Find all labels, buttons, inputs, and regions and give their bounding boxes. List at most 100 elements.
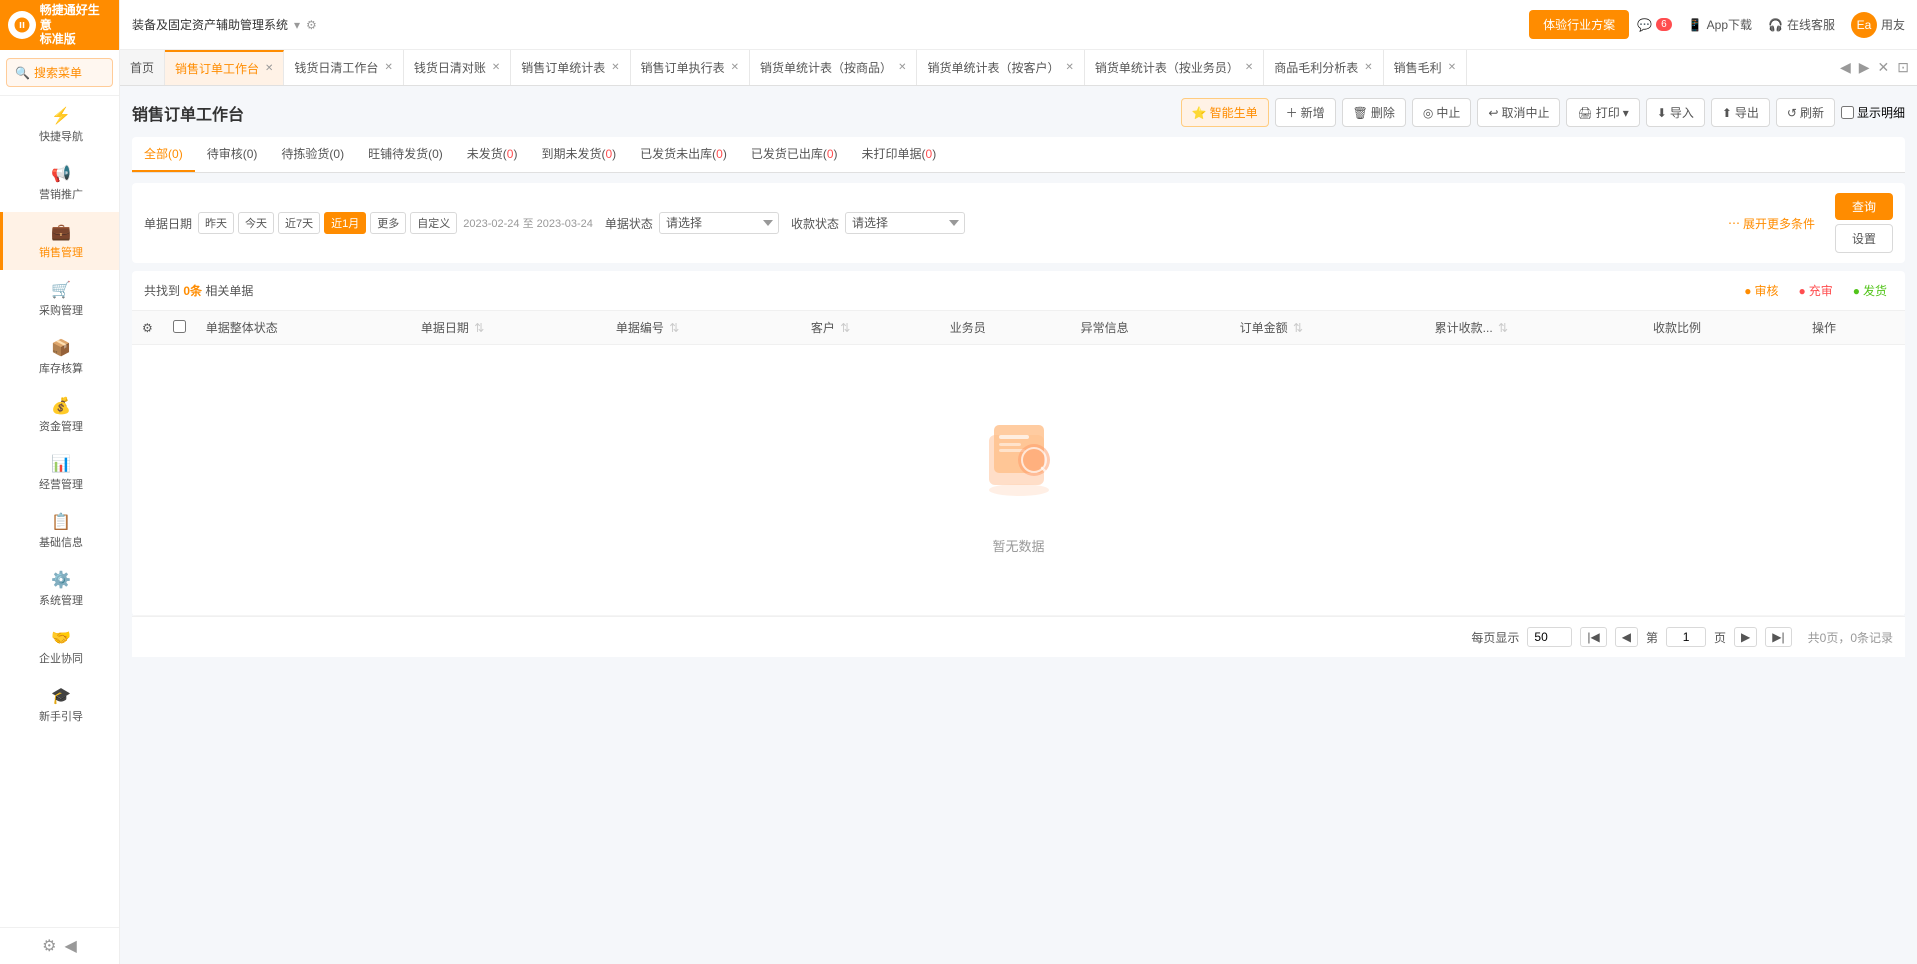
app-download-item[interactable]: 📱 App下载 bbox=[1688, 16, 1752, 33]
print-btn[interactable]: 🖨 打印 ▾ bbox=[1566, 98, 1639, 127]
search-menu-button[interactable]: 🔍 搜索菜单 bbox=[6, 58, 113, 87]
col-customer[interactable]: 客户 ⇅ bbox=[801, 311, 940, 345]
tab-home[interactable]: 首页 bbox=[120, 50, 165, 86]
sub-tab-not-shipped[interactable]: 未发货(0) bbox=[455, 137, 530, 172]
show-details-checkbox[interactable]: 显示明细 bbox=[1841, 104, 1905, 121]
next-page-btn[interactable]: ▶ bbox=[1734, 627, 1757, 647]
col-amount[interactable]: 订单金额 ⇅ bbox=[1230, 311, 1425, 345]
tab-scroll-right[interactable]: ▶ bbox=[1857, 57, 1872, 78]
user-item[interactable]: Ea 用友 bbox=[1851, 12, 1905, 38]
tab-cash-reconcile[interactable]: 钱货日清对账✕ bbox=[404, 50, 511, 86]
sidebar-item-sales[interactable]: 💼销售管理 bbox=[0, 212, 119, 270]
page-size-select[interactable]: 50 10 20 100 bbox=[1527, 627, 1572, 647]
tab-sales-execute[interactable]: 销售订单执行表✕ bbox=[631, 50, 750, 86]
status-select[interactable]: 请选择 bbox=[659, 212, 779, 234]
sidebar-item-quick-nav[interactable]: ⚡快捷导航 bbox=[0, 96, 119, 154]
tab-sales-profit[interactable]: 销售毛利✕ bbox=[1384, 50, 1467, 86]
tab-goods-stats-product[interactable]: 销货单统计表（按商品）✕ bbox=[750, 50, 917, 86]
batch-ship-btn[interactable]: ● 发货 bbox=[1847, 279, 1893, 302]
filter-setting-btn[interactable]: 设置 bbox=[1835, 224, 1893, 253]
tab-expand[interactable]: ⊡ bbox=[1895, 57, 1911, 78]
sidebar-item-newbie[interactable]: 🎓新手引导 bbox=[0, 676, 119, 734]
online-service-item[interactable]: 🎧 在线客服 bbox=[1768, 16, 1835, 33]
col-number[interactable]: 单据编号 ⇅ bbox=[606, 311, 801, 345]
refresh-btn[interactable]: ↺ 刷新 bbox=[1776, 98, 1835, 127]
tab-close-goods-stats-product[interactable]: ✕ bbox=[898, 62, 906, 73]
tab-cash-daily[interactable]: 钱货日清工作台✕ bbox=[284, 50, 403, 86]
settings-icon[interactable]: ⚙ bbox=[42, 936, 56, 956]
smart-create-btn[interactable]: ⭐ 智能生单 bbox=[1181, 98, 1269, 127]
date-opt-last1m[interactable]: 近1月 bbox=[324, 212, 366, 234]
tab-close-all[interactable]: ✕ bbox=[1876, 57, 1892, 78]
col-checkbox[interactable] bbox=[163, 311, 196, 345]
trial-btn[interactable]: 体验行业方案 bbox=[1529, 10, 1629, 39]
sidebar-item-basic-info[interactable]: 📋基础信息 bbox=[0, 502, 119, 560]
delete-btn[interactable]: 🗑 删除 bbox=[1342, 98, 1406, 127]
page-actions: ⭐ 智能生单 ＋ 新增 🗑 删除 ◎ 中止 ↩ 取消中止 bbox=[1181, 98, 1905, 127]
date-opt-more[interactable]: 更多 bbox=[370, 212, 406, 234]
tab-close-sales-execute[interactable]: ✕ bbox=[731, 62, 739, 73]
query-btn[interactable]: 查询 bbox=[1835, 193, 1893, 220]
sidebar-item-finance[interactable]: 💰资金管理 bbox=[0, 386, 119, 444]
tab-close-goods-stats-customer[interactable]: ✕ bbox=[1065, 62, 1073, 73]
last-page-btn[interactable]: ▶| bbox=[1765, 627, 1791, 647]
sub-tab-not-printed[interactable]: 未打印单据(0) bbox=[850, 137, 949, 172]
payment-select[interactable]: 请选择 bbox=[845, 212, 965, 234]
col-status: 单据整体状态 bbox=[196, 311, 411, 345]
page-label: 第 bbox=[1646, 629, 1658, 646]
nav-icon-system: ⚙️ bbox=[51, 570, 71, 590]
tab-scroll-left[interactable]: ◀ bbox=[1838, 57, 1853, 78]
batch-audit-btn[interactable]: ● 审核 bbox=[1738, 279, 1784, 302]
sub-tab-pending-inspect[interactable]: 待拣验货(0) bbox=[269, 137, 356, 172]
page-number-input[interactable] bbox=[1666, 627, 1706, 647]
tab-close-margin-analysis[interactable]: ✕ bbox=[1364, 62, 1372, 73]
date-opt-yesterday[interactable]: 昨天 bbox=[198, 212, 234, 234]
sub-tab-expired-not-shipped[interactable]: 到期未发货(0) bbox=[529, 137, 628, 172]
sub-tab-wangpu-pending[interactable]: 旺铺待发货(0) bbox=[356, 137, 455, 172]
date-opt-today[interactable]: 今天 bbox=[238, 212, 274, 234]
import-btn[interactable]: ⬇ 导入 bbox=[1646, 98, 1705, 127]
sidebar-item-marketing[interactable]: 📢营销推广 bbox=[0, 154, 119, 212]
date-opt-last7[interactable]: 近7天 bbox=[278, 212, 320, 234]
cancel-stop-btn[interactable]: ↩ 取消中止 bbox=[1477, 98, 1560, 127]
sub-tab-all[interactable]: 全部(0) bbox=[132, 137, 195, 172]
payment-filter-label: 收款状态 bbox=[791, 215, 839, 232]
sub-tab-shipped-out[interactable]: 已发货已出库(0) bbox=[739, 137, 850, 172]
col-settings[interactable]: ⚙ bbox=[132, 311, 163, 345]
batch-cancel-audit-btn[interactable]: ● 充审 bbox=[1792, 279, 1838, 302]
sidebar-item-cooperation[interactable]: 🤝企业协同 bbox=[0, 618, 119, 676]
export-btn[interactable]: ⬆ 导出 bbox=[1711, 98, 1770, 127]
tab-sales-workbench[interactable]: 销售订单工作台✕ bbox=[165, 50, 284, 86]
tab-close-sales-profit[interactable]: ✕ bbox=[1448, 62, 1456, 73]
tab-goods-stats-staff[interactable]: 销货单统计表（按业务员）✕ bbox=[1085, 50, 1264, 86]
expand-filter-btn[interactable]: ⋯ 展开更多条件 bbox=[1720, 211, 1823, 236]
stop-btn[interactable]: ◎ 中止 bbox=[1412, 98, 1472, 127]
tab-close-sales-workbench[interactable]: ✕ bbox=[265, 63, 273, 74]
tab-close-goods-stats-staff[interactable]: ✕ bbox=[1245, 62, 1253, 73]
tab-margin-analysis[interactable]: 商品毛利分析表✕ bbox=[1264, 50, 1383, 86]
col-received[interactable]: 累计收款... ⇅ bbox=[1425, 311, 1643, 345]
settings-icon[interactable]: ⚙ bbox=[306, 18, 317, 32]
sidebar-item-system[interactable]: ⚙️系统管理 bbox=[0, 560, 119, 618]
tab-sales-stats[interactable]: 销售订单统计表✕ bbox=[511, 50, 630, 86]
sidebar-item-inventory[interactable]: 📦库存核算 bbox=[0, 328, 119, 386]
col-date[interactable]: 单据日期 ⇅ bbox=[411, 311, 606, 345]
add-btn[interactable]: ＋ 新增 bbox=[1275, 98, 1336, 127]
collapse-icon[interactable]: ◀ bbox=[65, 936, 77, 956]
tab-goods-stats-customer[interactable]: 销货单统计表（按客户）✕ bbox=[917, 50, 1084, 86]
sub-tab-pending-review[interactable]: 待审核(0) bbox=[195, 137, 270, 172]
sidebar-item-purchase[interactable]: 🛒采购管理 bbox=[0, 270, 119, 328]
tab-close-sales-stats[interactable]: ✕ bbox=[611, 62, 619, 73]
table-header: ⚙ 单据整体状态 单据日期 ⇅ 单据编号 ⇅ 客户 ⇅ 业务员 异常信息 订单金… bbox=[132, 311, 1905, 345]
message-item[interactable]: 💬 6 bbox=[1637, 18, 1672, 32]
first-page-btn[interactable]: |◀ bbox=[1580, 627, 1606, 647]
sub-tab-shipped-not-out[interactable]: 已发货未出库(0) bbox=[628, 137, 739, 172]
sidebar-item-operations[interactable]: 📊经营管理 bbox=[0, 444, 119, 502]
tab-close-cash-daily[interactable]: ✕ bbox=[384, 62, 392, 73]
top-header: 装备及固定资产辅助管理系统 ▾ ⚙ 体验行业方案 💬 6 📱 App下载 🎧 在… bbox=[120, 0, 1917, 50]
date-opt-custom[interactable]: 自定义 bbox=[410, 212, 457, 234]
table-batch-actions: ● 审核 ● 充审 ● 发货 bbox=[1738, 279, 1893, 302]
prev-page-btn[interactable]: ◀ bbox=[1615, 627, 1638, 647]
cancel-stop-icon: ↩ bbox=[1488, 106, 1498, 120]
tab-close-cash-reconcile[interactable]: ✕ bbox=[492, 62, 500, 73]
